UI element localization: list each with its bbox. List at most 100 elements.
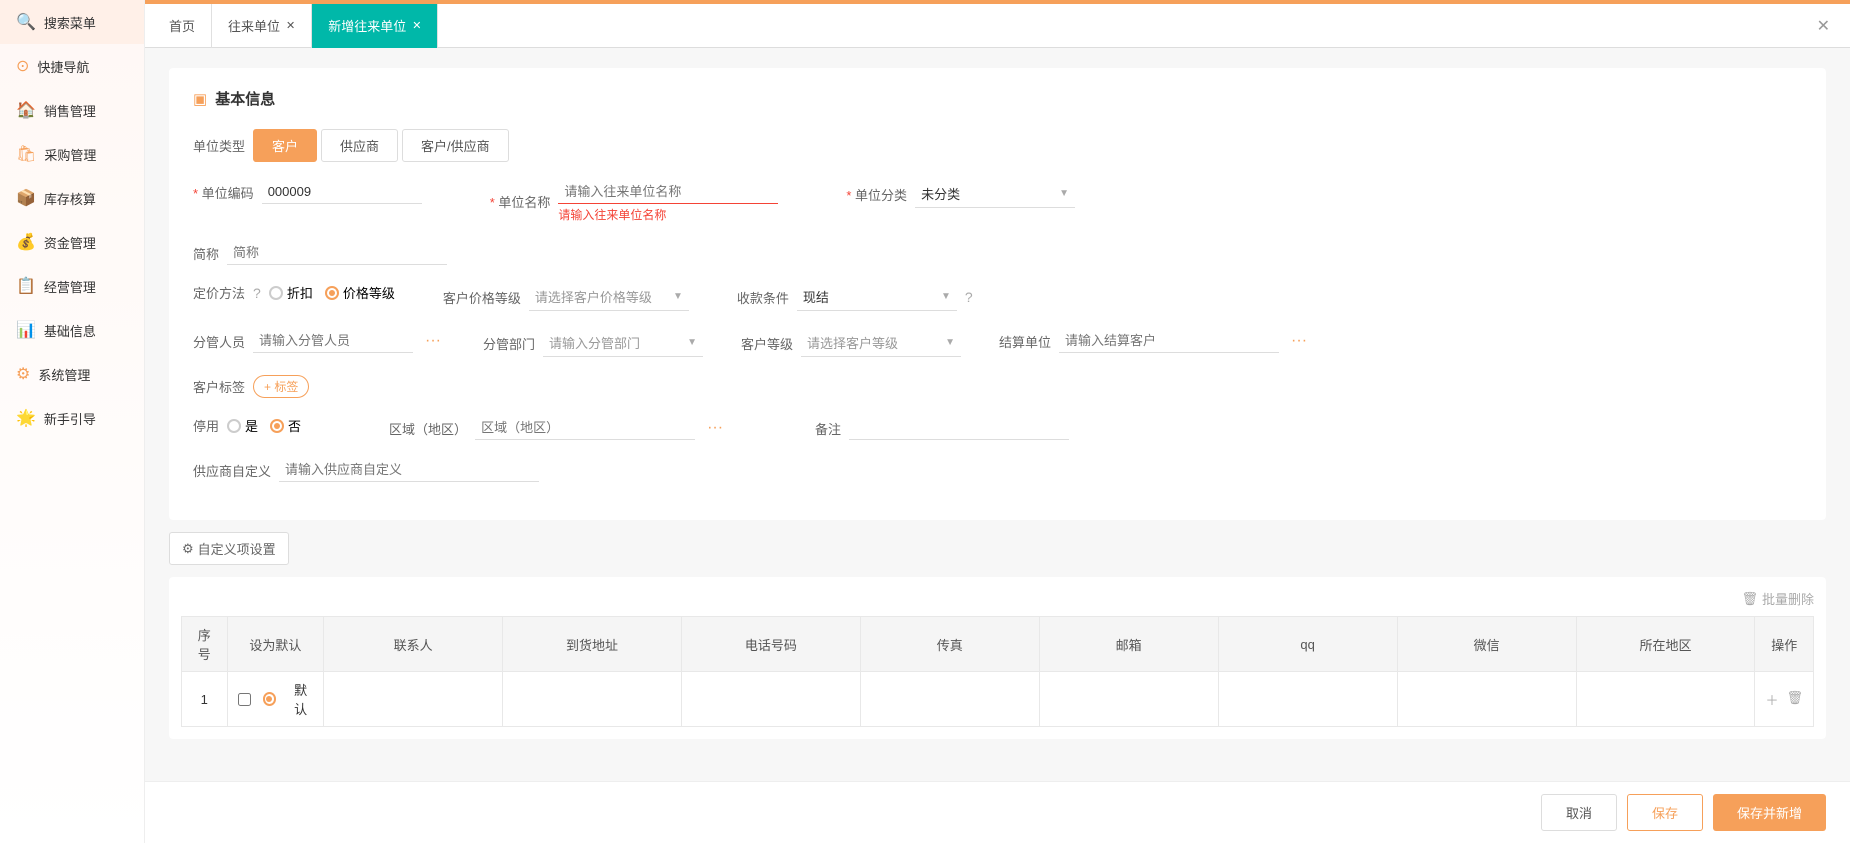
unit-name-error: 请输入往来单位名称 (558, 206, 778, 223)
basics-icon: 📊 (16, 320, 36, 340)
region-input[interactable] (475, 416, 695, 440)
contacts-table-section: 🗑 批量删除 序号 设为默认 联系人 到货地址 电话号码 传真 邮箱 qq (169, 577, 1826, 739)
unit-category-group: 单位分类 未分类 ▼ (846, 180, 1075, 208)
cell-fax[interactable] (860, 672, 1039, 727)
supplier-custom-input[interactable] (279, 458, 539, 482)
fax-input[interactable] (871, 692, 1029, 707)
customer-price-group: 客户价格等级 请选择客户价格等级 ▼ (443, 283, 689, 311)
btn-both[interactable]: 客户/供应商 (402, 129, 509, 162)
pricing-method-label: 定价方法 (193, 283, 245, 302)
email-input[interactable] (1050, 692, 1208, 707)
custom-settings-button[interactable]: ⚙ 自定义项设置 (169, 532, 289, 565)
tab-home[interactable]: 首页 (153, 4, 212, 48)
cell-wechat[interactable] (1397, 672, 1576, 727)
newbie-icon: 🌟 (16, 408, 36, 428)
sidebar-item-inventory[interactable]: 📦 库存核算 (0, 176, 144, 220)
contact-input[interactable] (334, 692, 492, 707)
manager-label: 分管人员 (193, 332, 245, 351)
cell-action: ＋ 🗑 (1755, 672, 1814, 727)
sidebar-item-search[interactable]: 🔍 搜索菜单 (0, 0, 144, 44)
form-content: ▣ 基本信息 单位类型 客户 供应商 客户/供应商 单位编码 00 (145, 48, 1850, 781)
sidebar-item-label: 系统管理 (38, 365, 90, 384)
manager-more-icon[interactable]: ··· (421, 332, 445, 350)
department-label: 分管部门 (483, 334, 535, 353)
pricing-help-icon[interactable]: ? (253, 285, 261, 301)
sidebar-item-newbie[interactable]: 🌟 新手引导 (0, 396, 144, 440)
disabled-no-option[interactable]: 否 (270, 416, 301, 435)
address-input[interactable] (513, 692, 671, 707)
col-wechat: 微信 (1397, 617, 1576, 672)
cell-email[interactable] (1039, 672, 1218, 727)
sidebar-item-purchase[interactable]: 🛍 采购管理 (0, 132, 144, 176)
form-footer: 取消 保存 保存并新增 (145, 781, 1850, 843)
unit-name-input[interactable] (558, 180, 778, 204)
unit-category-select[interactable]: 未分类 ▼ (915, 180, 1075, 208)
cell-default[interactable]: 默认 (227, 672, 324, 727)
payment-terms-select[interactable]: 现结 ▼ (797, 283, 957, 311)
code-name-category-row: 单位编码 000009 单位名称 请输入往来单位名称 单位分类 未分类 ▼ (193, 180, 1802, 223)
department-select[interactable]: 请输入分管部门 ▼ (543, 329, 703, 357)
tab-new-contact[interactable]: 新增往来单位 ✕ (312, 4, 438, 48)
sidebar-item-quick-nav[interactable]: ⊙ 快捷导航 (0, 44, 144, 88)
pricing-discount-option[interactable]: 折扣 (269, 283, 313, 302)
btn-supplier[interactable]: 供应商 (321, 129, 398, 162)
sidebar-item-basics[interactable]: 📊 基础信息 (0, 308, 144, 352)
sidebar-item-label: 库存核算 (44, 189, 96, 208)
settlement-more-icon[interactable]: ··· (1287, 332, 1311, 350)
tab-new-contact-close[interactable]: ✕ (412, 19, 421, 32)
qq-input[interactable] (1229, 692, 1387, 707)
sidebar-item-sales[interactable]: 🏠 销售管理 (0, 88, 144, 132)
btn-customer[interactable]: 客户 (253, 129, 317, 162)
cell-address[interactable] (503, 672, 682, 727)
cancel-button[interactable]: 取消 (1541, 794, 1617, 831)
unit-name-group: 单位名称 请输入往来单位名称 (490, 180, 779, 223)
sidebar-item-operations[interactable]: 📋 经营管理 (0, 264, 144, 308)
payment-help-icon[interactable]: ? (965, 289, 973, 305)
batch-delete-button[interactable]: 🗑 批量删除 (1741, 589, 1814, 608)
manager-input[interactable] (253, 329, 413, 353)
cell-region[interactable] (1576, 672, 1755, 727)
default-radio[interactable] (263, 692, 277, 706)
settlement-label: 结算单位 (999, 332, 1051, 351)
cell-phone[interactable] (681, 672, 860, 727)
phone-input[interactable] (692, 692, 850, 707)
customer-level-select[interactable]: 请选择客户等级 ▼ (801, 329, 961, 357)
unit-type-group: 单位类型 客户 供应商 客户/供应商 (193, 129, 509, 162)
sidebar-item-label: 采购管理 (44, 145, 96, 164)
settings-gear-icon: ⚙ (182, 541, 194, 557)
default-radio-group: 默认 (238, 680, 314, 718)
remarks-input[interactable] (849, 416, 1069, 440)
save-button[interactable]: 保存 (1627, 794, 1703, 831)
region-more-icon[interactable]: ··· (703, 419, 727, 437)
delete-row-icon[interactable]: 🗑 (1786, 690, 1803, 709)
settlement-input[interactable] (1059, 329, 1279, 353)
region-table-input[interactable] (1587, 692, 1745, 707)
contacts-table: 序号 设为默认 联系人 到货地址 电话号码 传真 邮箱 qq 微信 所在地区 操… (181, 616, 1814, 727)
unit-name-label: 单位名称 (490, 192, 551, 211)
cell-contact[interactable] (324, 672, 503, 727)
add-tag-button[interactable]: + 标签 (253, 375, 309, 398)
quick-nav-icon: ⊙ (16, 56, 29, 76)
short-name-input[interactable] (227, 241, 447, 265)
default-checkbox[interactable] (238, 693, 251, 706)
col-contact: 联系人 (324, 617, 503, 672)
batch-delete-label: 批量删除 (1762, 589, 1814, 608)
save-and-new-button[interactable]: 保存并新增 (1713, 794, 1826, 831)
pricing-level-option[interactable]: 价格等级 (325, 283, 395, 302)
wechat-input[interactable] (1408, 692, 1566, 707)
cell-qq[interactable] (1218, 672, 1397, 727)
customer-price-label: 客户价格等级 (443, 288, 521, 307)
tab-contacts-close[interactable]: ✕ (286, 19, 295, 32)
tab-contacts[interactable]: 往来单位 ✕ (212, 4, 312, 48)
disabled-yes-option[interactable]: 是 (227, 416, 258, 435)
sidebar-item-finance[interactable]: 💰 资金管理 (0, 220, 144, 264)
add-row-icon[interactable]: ＋ (1765, 690, 1778, 709)
close-all-tabs[interactable]: ✕ (1805, 16, 1842, 36)
customer-price-select[interactable]: 请选择客户价格等级 ▼ (529, 283, 689, 311)
unit-category-label: 单位分类 (846, 185, 907, 204)
sidebar-item-system[interactable]: ⚙ 系统管理 (0, 352, 144, 396)
disabled-region-row: 停用 是 否 区域（地区） ··· (193, 416, 1802, 440)
unit-code-input[interactable]: 000009 (262, 180, 422, 204)
supplier-custom-label: 供应商自定义 (193, 461, 271, 480)
unit-type-buttons: 客户 供应商 客户/供应商 (253, 129, 509, 162)
